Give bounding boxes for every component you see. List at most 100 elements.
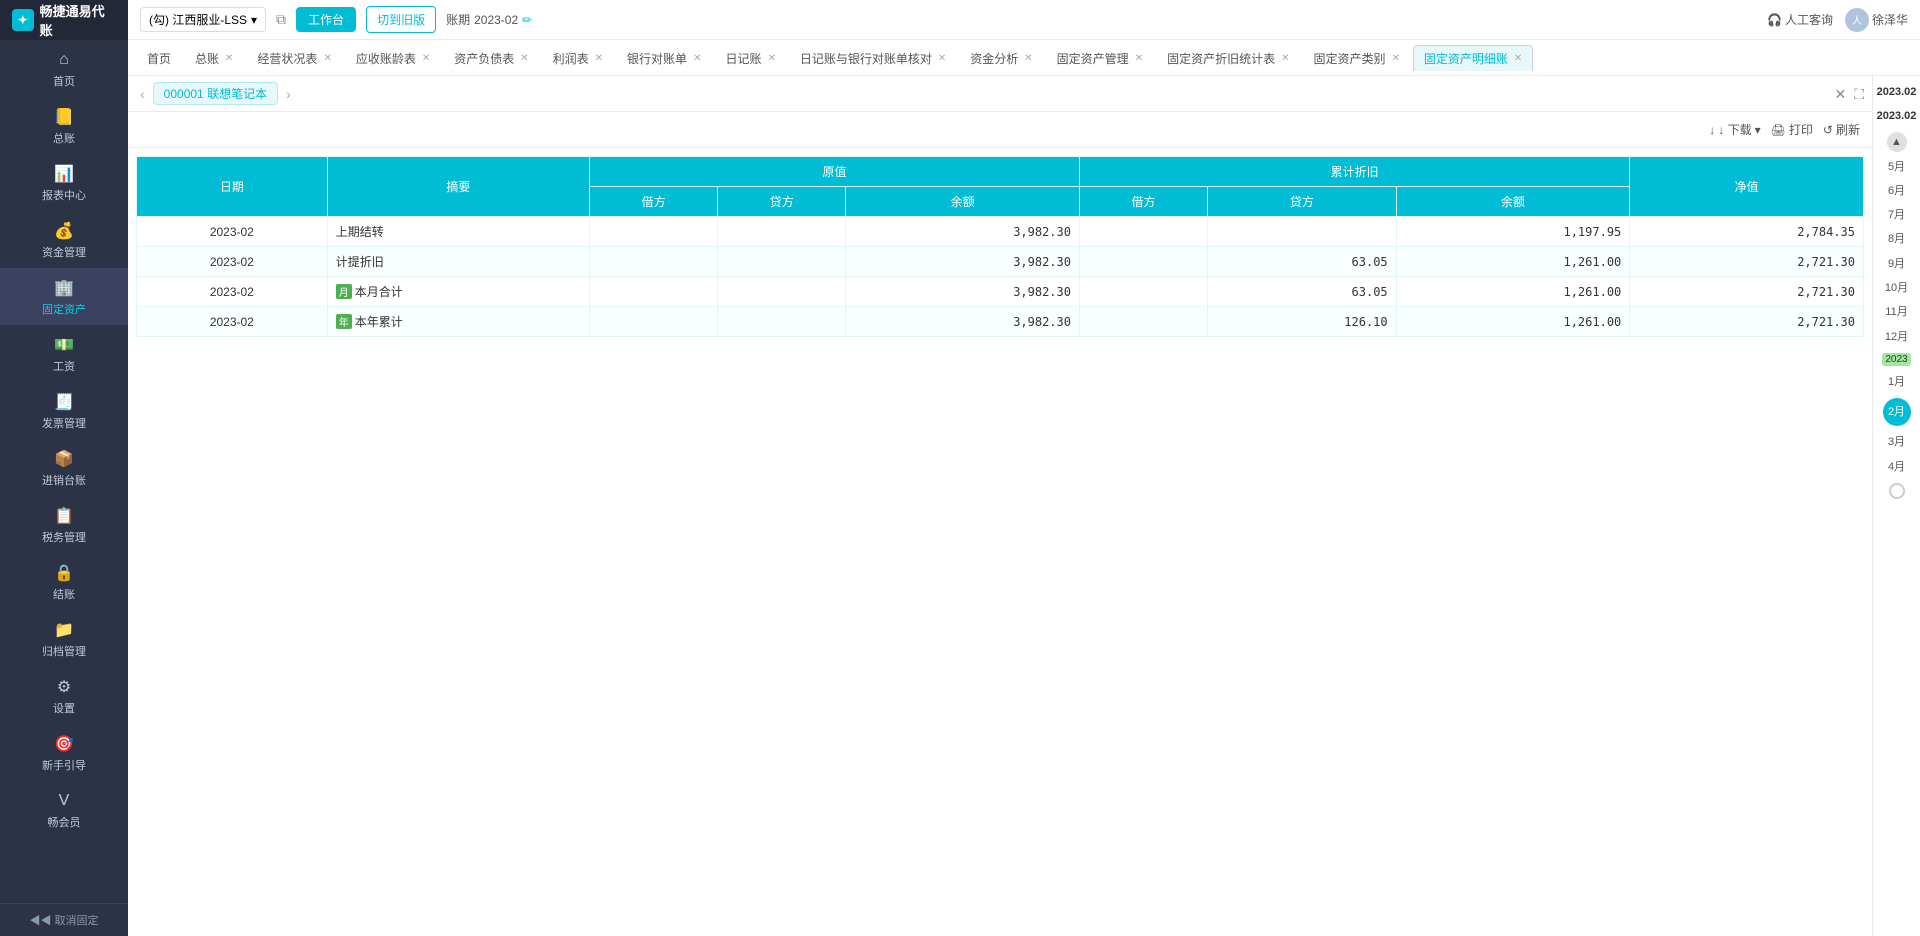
workbench-button[interactable]: 工作台 [296,7,356,32]
sidebar-item-sales[interactable]: 📦 进销台账 [0,439,128,496]
sidebar-icon-archive: 📁 [54,620,74,640]
sidebar-label-tax: 税务管理 [42,529,86,545]
sub-tab-next-btn[interactable]: › [286,86,291,102]
copy-icon[interactable]: ⧉ [276,11,286,28]
timeline-month-item[interactable]: 9月 [1873,252,1920,276]
fullscreen-btn[interactable]: ⛶ [1854,86,1864,103]
sub-tab-prev-btn[interactable]: ‹ [140,86,145,102]
tab-close-business[interactable]: ✕ [323,53,331,64]
tab-close-fixed_detail[interactable]: ✕ [1514,53,1522,64]
tab-home[interactable]: 首页 [136,45,182,71]
table-row: 2023-02 上期结转 3,982.30 1,197.95 2,784.35 [137,217,1864,247]
cell-orig-debit [590,217,718,247]
company-selector[interactable]: (勾) 江西服业-LSS ▾ [140,7,266,32]
sidebar-icon-home: ⌂ [54,50,74,70]
tab-fixed_detail[interactable]: 固定资产明细账✕ [1413,45,1533,71]
tab-close-bank_stmt[interactable]: ✕ [693,53,701,64]
cell-summary: 上期结转 [327,217,589,247]
download-btn[interactable]: ↓ ↓ 下载 ▾ [1709,121,1760,138]
tab-close-depreciation_stat[interactable]: ✕ [1281,53,1289,64]
sidebar-item-invoice[interactable]: 🧾 发票管理 [0,382,128,439]
tab-close-journal[interactable]: ✕ [767,53,775,64]
tab-profit[interactable]: 利润表✕ [542,45,614,71]
sidebar-icon-guide: 🎯 [54,734,74,754]
print-icon: 🖨 [1771,123,1786,137]
sidebar-item-payroll[interactable]: 💵 工资 [0,325,128,382]
tab-close-profit[interactable]: ✕ [595,53,603,64]
sidebar-label-close: 结账 [53,586,75,602]
sidebar-icon-ledger: 📒 [54,107,74,127]
timeline-month-item[interactable]: 11月 [1873,300,1920,324]
refresh-icon: ↺ [1823,123,1833,137]
timeline-month-item[interactable]: 7月 [1873,203,1920,227]
avatar: 人 [1845,8,1869,32]
tab-close-bank_reconcile[interactable]: ✕ [938,53,946,64]
cell-orig-balance: 3,982.30 [846,217,1080,247]
col-accumulated-dep-group: 累计折旧 [1079,157,1629,187]
timeline-month-item[interactable]: 12月 [1873,325,1920,349]
timeline-month-item[interactable]: 10月 [1873,276,1920,300]
tab-close-capital_analysis[interactable]: ✕ [1024,53,1032,64]
close-panel-btn[interactable]: ✕ [1834,86,1846,103]
sidebar-item-archive[interactable]: 📁 归档管理 [0,610,128,667]
timeline-month-item[interactable]: 8月 [1873,227,1920,251]
sidebar-item-close[interactable]: 🔒 结账 [0,553,128,610]
sidebar-item-member[interactable]: V 畅会员 [0,781,128,838]
timeline-dot[interactable] [1889,483,1905,499]
col-net-value: 净值 [1630,157,1864,217]
sidebar-item-ledger[interactable]: 📒 总账 [0,97,128,154]
tab-close-receivable[interactable]: ✕ [422,53,430,64]
print-btn[interactable]: 🖨 打印 [1771,121,1813,138]
timeline-month-item[interactable]: 3月 [1873,430,1920,454]
timeline-month-item[interactable]: 1月 [1873,370,1920,394]
tab-label-bank_stmt: 银行对账单 [627,50,687,67]
sidebar-icon-tax: 📋 [54,506,74,526]
sidebar-icon-settings: ⚙ [54,677,74,697]
sidebar-item-reports[interactable]: 📊 报表中心 [0,154,128,211]
timeline-month-item[interactable]: 5月 [1873,155,1920,179]
sidebar-item-tax[interactable]: 📋 税务管理 [0,496,128,553]
sidebar-label-invoice: 发票管理 [42,415,86,431]
sidebar-icon-invoice: 🧾 [54,392,74,412]
tab-close-fixed_mgmt[interactable]: ✕ [1135,53,1143,64]
edit-period-icon[interactable]: ✏ [522,13,532,27]
topbar: (勾) 江西服业-LSS ▾ ⧉ 工作台 切到旧版 账期 2023-02 ✏ 🎧… [128,0,1920,40]
sidebar-item-guide[interactable]: 🎯 新手引导 [0,724,128,781]
tab-bank_reconcile[interactable]: 日记账与银行对账单核对✕ [789,45,957,71]
tab-close-ledger[interactable]: ✕ [225,53,233,64]
tab-bank_stmt[interactable]: 银行对账单 ✕ [616,45,712,71]
timeline-month-item[interactable]: 4月 [1873,455,1920,479]
sidebar-pin-toggle[interactable]: ◀◀ 取消固定 [0,903,128,936]
tab-fixed_mgmt[interactable]: 固定资产管理✕ [1046,45,1154,71]
tab-capital_analysis[interactable]: 资金分析✕ [959,45,1043,71]
sidebar-item-settings[interactable]: ⚙ 设置 [0,667,128,724]
tab-close-fixed_category[interactable]: ✕ [1392,53,1400,64]
refresh-btn[interactable]: ↺ 刷新 [1823,121,1860,138]
tab-receivable[interactable]: 应收账龄表✕ [345,45,441,71]
cell-dep-balance: 1,261.00 [1396,247,1630,277]
timeline-up-btn[interactable]: ▲ [1887,132,1907,152]
sidebar-item-fixed_assets[interactable]: 🏢 固定资产 [0,268,128,325]
tab-fixed_category[interactable]: 固定资产类别✕ [1302,45,1410,71]
cell-summary: 月本月合计 [327,277,589,307]
tab-close-balance[interactable]: ✕ [520,53,528,64]
company-name: (勾) 江西服业-LSS [149,11,247,28]
timeline-month-item[interactable]: 6月 [1873,179,1920,203]
sidebar-item-capital[interactable]: 💰 资金管理 [0,211,128,268]
timeline-active-month[interactable]: 2月 [1883,398,1911,426]
app-logo: ✦ 畅捷通易代账 [0,0,128,40]
tab-business[interactable]: 经营状况表✕ [246,45,342,71]
user-profile-btn[interactable]: 人 徐泽华 [1845,8,1908,32]
tab-depreciation_stat[interactable]: 固定资产折旧统计表✕ [1156,45,1300,71]
asset-sub-tab[interactable]: 000001 联想笔记本 [153,82,278,105]
tab-journal[interactable]: 日记账✕ [714,45,786,71]
customer-service-btn[interactable]: 🎧 人工客询 [1767,11,1833,28]
col-summary: 摘要 [327,157,589,217]
tab-ledger[interactable]: 总账✕ [184,45,244,71]
sidebar-icon-close: 🔒 [54,563,74,583]
switch-version-button[interactable]: 切到旧版 [366,6,436,33]
tab-balance[interactable]: 资产负债表✕ [443,45,539,71]
fixed-asset-detail-table: 日期 摘要 原值 累计折旧 净值 借方 贷方 余额 借方 贷方 余额 [136,156,1864,337]
sidebar-item-home[interactable]: ⌂ 首页 [0,40,128,97]
cell-date: 2023-02 [137,217,328,247]
